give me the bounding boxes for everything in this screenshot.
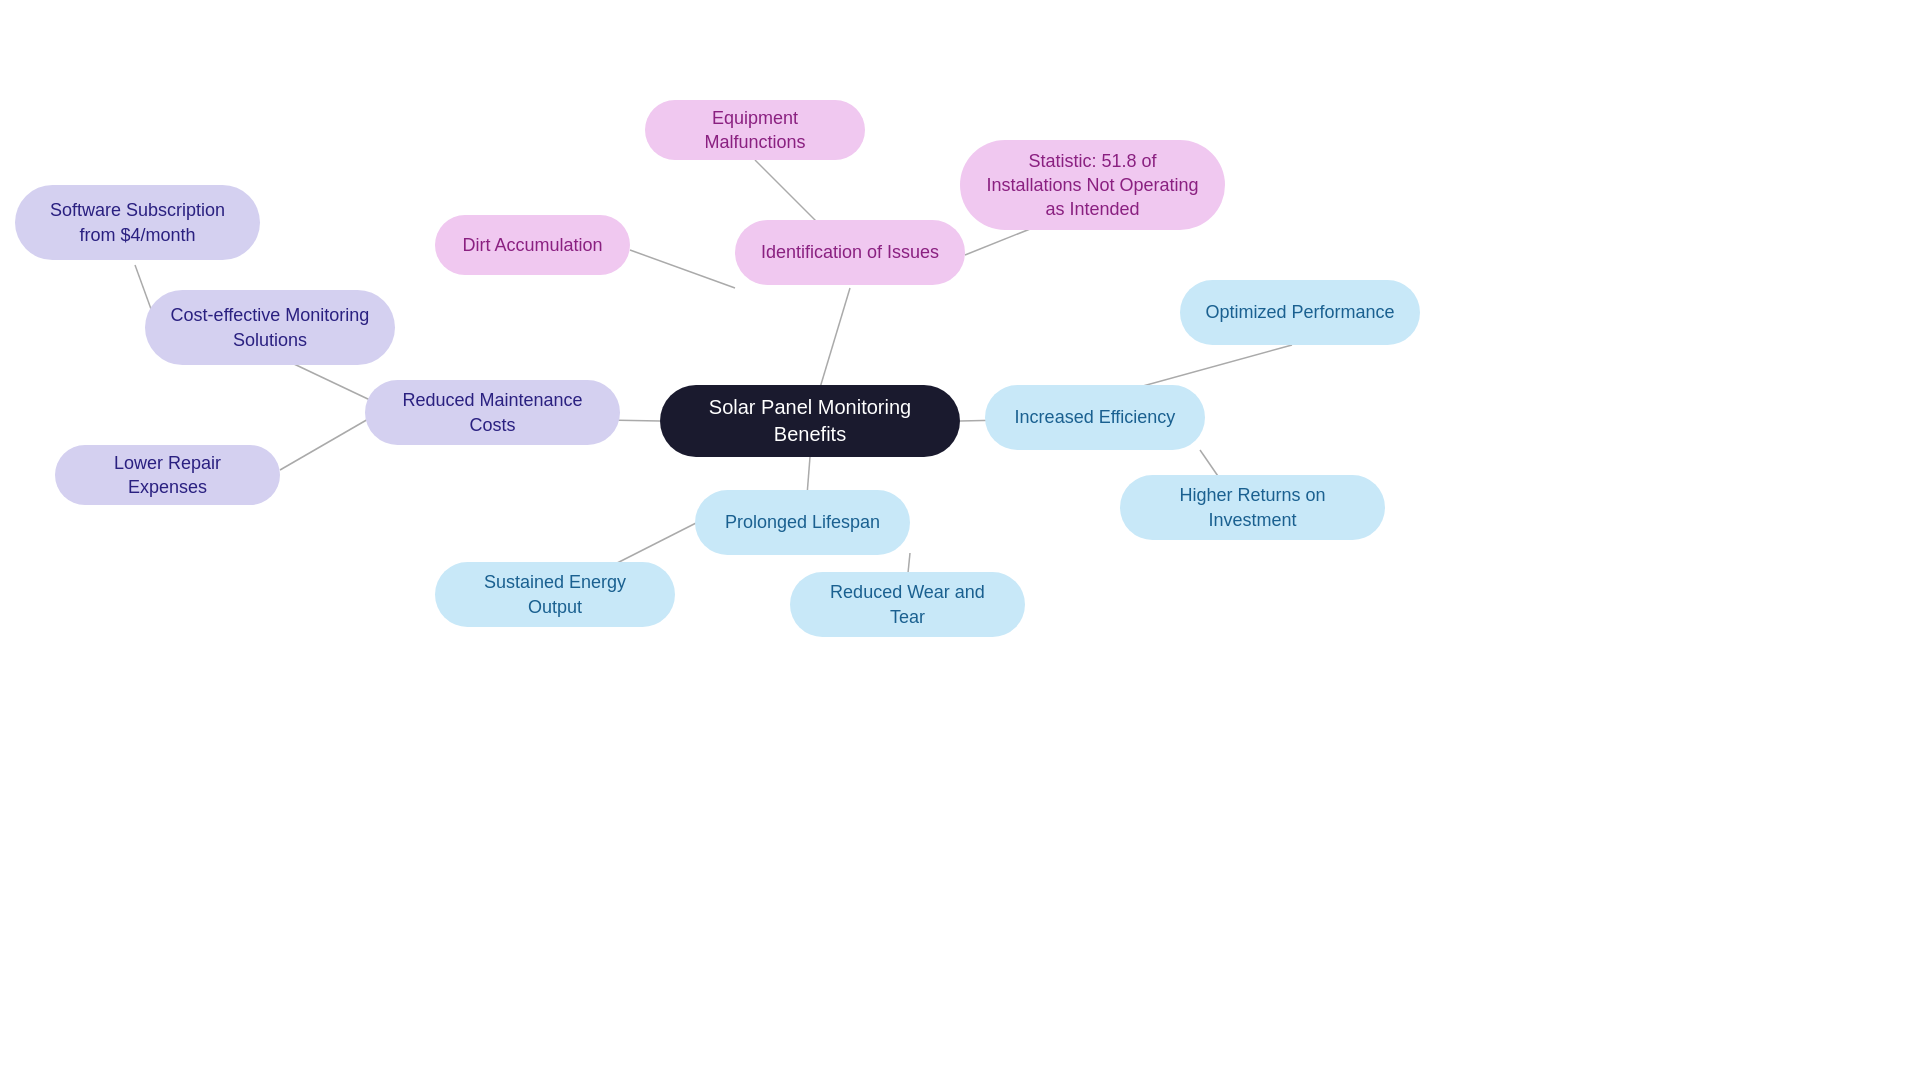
increased-efficiency-label: Increased Efficiency (1015, 405, 1176, 429)
svg-line-5 (630, 250, 735, 288)
prolonged-lifespan-label: Prolonged Lifespan (725, 510, 880, 534)
dirt-accumulation-label: Dirt Accumulation (462, 233, 602, 257)
reduced-wear-label: Reduced Wear and Tear (814, 580, 1001, 629)
software-subscription-node: Software Subscription from $4/month (15, 185, 260, 260)
identification-of-issues-node: Identification of Issues (735, 220, 965, 285)
cost-effective-monitoring-node: Cost-effective Monitoring Solutions (145, 290, 395, 365)
increased-efficiency-node: Increased Efficiency (985, 385, 1205, 450)
sustained-energy-label: Sustained Energy Output (459, 570, 651, 619)
higher-returns-node: Higher Returns on Investment (1120, 475, 1385, 540)
sustained-energy-output-node: Sustained Energy Output (435, 562, 675, 627)
lower-repair-label: Lower Repair Expenses (79, 451, 256, 500)
optimized-performance-label: Optimized Performance (1205, 300, 1394, 324)
reduced-maintenance-costs-node: Reduced Maintenance Costs (365, 380, 620, 445)
center-label: Solar Panel Monitoring Benefits (684, 394, 936, 448)
svg-line-8 (280, 418, 370, 470)
equipment-malfunctions-label: Equipment Malfunctions (669, 106, 841, 155)
lower-repair-expenses-node: Lower Repair Expenses (55, 445, 280, 505)
reduced-maintenance-label: Reduced Maintenance Costs (389, 388, 596, 437)
higher-returns-label: Higher Returns on Investment (1144, 483, 1361, 532)
prolonged-lifespan-node: Prolonged Lifespan (695, 490, 910, 555)
statistic-label: Statistic: 51.8 of Installations Not Ope… (984, 149, 1201, 222)
equipment-malfunctions-node: Equipment Malfunctions (645, 100, 865, 160)
cost-effective-label: Cost-effective Monitoring Solutions (169, 303, 371, 352)
reduced-wear-tear-node: Reduced Wear and Tear (790, 572, 1025, 637)
dirt-accumulation-node: Dirt Accumulation (435, 215, 630, 275)
statistic-node: Statistic: 51.8 of Installations Not Ope… (960, 140, 1225, 230)
identification-label: Identification of Issues (761, 240, 939, 264)
center-node: Solar Panel Monitoring Benefits (660, 385, 960, 457)
optimized-performance-node: Optimized Performance (1180, 280, 1420, 345)
software-subscription-label: Software Subscription from $4/month (39, 198, 236, 247)
